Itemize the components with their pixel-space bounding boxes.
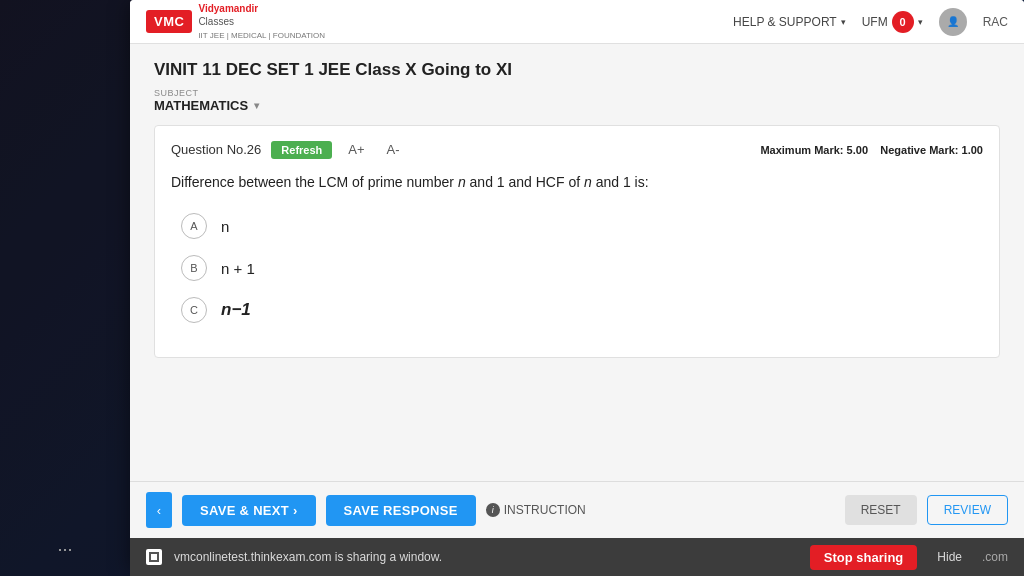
ufm-dropdown-arrow: ▾ [918,17,923,27]
option-b[interactable]: B n + 1 [181,255,983,281]
header-bar: VMC Vidyamandir Classes IIT JEE | MEDICA… [130,0,1024,44]
option-c[interactable]: C n−1 [181,297,983,323]
taskbar-area: ··· [0,0,130,576]
subject-section-label: SUBJECT [154,88,1000,98]
question-number: Question No.26 [171,142,261,157]
user-name-label: RAC [983,15,1008,29]
question-area: Question No.26 Refresh A+ A- Maximum Mar… [154,125,1000,358]
save-next-button[interactable]: SAVE & NEXT › [182,495,316,526]
user-avatar[interactable]: 👤 [939,8,967,36]
font-decrease-button[interactable]: A- [381,140,406,159]
option-b-circle: B [181,255,207,281]
bottom-action-bar: ‹ SAVE & NEXT › SAVE RESPONSE i INSTRUCT… [130,481,1024,538]
sharing-window-icon [146,549,162,565]
sharing-notification-bar: vmconlinetest.thinkexam.com is sharing a… [130,538,1024,576]
save-response-button[interactable]: SAVE RESPONSE [326,495,476,526]
option-b-text: n + 1 [221,260,255,277]
right-buttons: RESET REVIEW [845,495,1008,525]
instruction-link[interactable]: i INSTRUCTION [486,503,586,517]
review-button[interactable]: REVIEW [927,495,1008,525]
ufm-section[interactable]: UFM 0 ▾ [862,11,923,33]
reset-button[interactable]: RESET [845,495,917,525]
main-content: VINIT 11 DEC SET 1 JEE Class X Going to … [130,44,1024,374]
font-increase-button[interactable]: A+ [342,140,370,159]
question-header: Question No.26 Refresh A+ A- Maximum Mar… [171,140,983,159]
vmc-logo: VMC [146,10,192,33]
stop-sharing-button[interactable]: Stop sharing [810,545,917,570]
refresh-button[interactable]: Refresh [271,141,332,159]
logo-area: VMC Vidyamandir Classes IIT JEE | MEDICA… [146,2,325,41]
option-a[interactable]: A n [181,213,983,239]
logo-subtitle: Vidyamandir Classes IIT JEE | MEDICAL | … [198,2,325,41]
marks-info: Maximum Mark: 5.00 Negative Mark: 1.00 [760,144,983,156]
hide-button[interactable]: Hide [929,545,970,569]
exam-title: VINIT 11 DEC SET 1 JEE Class X Going to … [154,60,1000,80]
prev-question-button[interactable]: ‹ [146,492,172,528]
sharing-description-text: vmconlinetest.thinkexam.com is sharing a… [174,550,798,564]
svg-rect-1 [151,554,157,560]
dropdown-arrow-icon: ▾ [841,17,846,27]
option-a-text: n [221,218,229,235]
domain-suffix: .com [982,550,1008,564]
subject-name[interactable]: MATHEMATICS [154,98,1000,113]
option-c-circle: C [181,297,207,323]
option-a-circle: A [181,213,207,239]
taskbar-dots: ··· [0,533,130,566]
option-c-text: n−1 [221,300,251,320]
question-text: Difference between the LCM of prime numb… [171,171,983,193]
options-list: A n B n + 1 C n−1 [181,213,983,323]
help-support-link[interactable]: HELP & SUPPORT ▾ [733,15,846,29]
header-right: HELP & SUPPORT ▾ UFM 0 ▾ 👤 RAC [733,8,1008,36]
ufm-badge: 0 [892,11,914,33]
instruction-icon: i [486,503,500,517]
